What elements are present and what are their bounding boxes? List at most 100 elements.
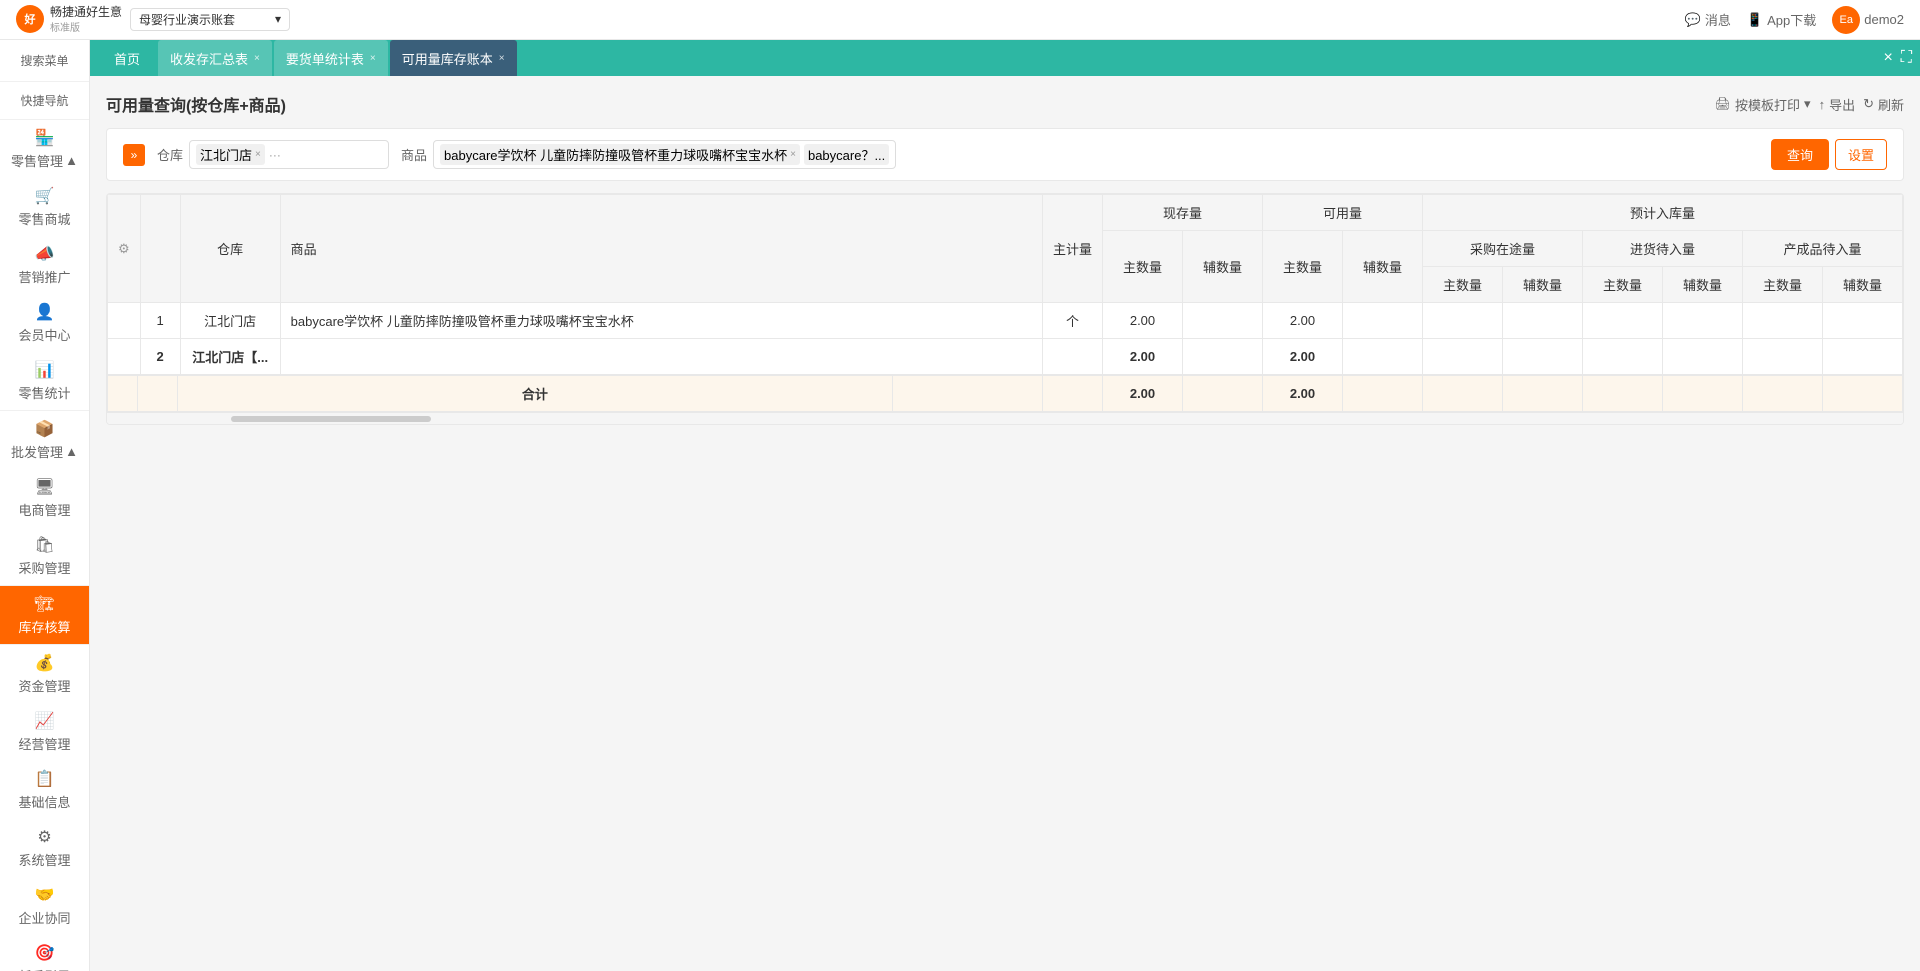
sidebar-item-basic-info[interactable]: 📋 基础信息 bbox=[0, 761, 89, 819]
filter-warehouse-tag-close[interactable]: × bbox=[255, 149, 261, 160]
summary-row: 合计 2.00 2.00 bbox=[108, 376, 1903, 412]
td-prod-main-2 bbox=[1743, 339, 1823, 375]
td-no-2: 2 bbox=[140, 339, 180, 375]
scrollbar-thumb[interactable] bbox=[231, 416, 431, 422]
td-pur-main-1 bbox=[1423, 303, 1503, 339]
industry-selector[interactable]: 母婴行业演示账套 ▾ bbox=[130, 8, 290, 31]
sidebar-item-purchase-mgmt[interactable]: 🛍 采购管理 bbox=[0, 527, 89, 585]
td-avail-main-1: 2.00 bbox=[1263, 303, 1343, 339]
inventory-icon: 🏗 bbox=[34, 594, 54, 614]
basic-info-icon: 📋 bbox=[35, 769, 55, 789]
tab-maximize-btn[interactable]: ⛶ bbox=[1901, 49, 1912, 67]
sidebar-item-member-center[interactable]: 👤 会员中心 bbox=[0, 294, 89, 352]
td-pur-aux-1 bbox=[1503, 303, 1583, 339]
summary-current-main: 2.00 bbox=[1103, 376, 1183, 412]
tab-home[interactable]: 首页 bbox=[98, 40, 156, 76]
finance-icon: 💰 bbox=[35, 653, 55, 673]
sidebar-item-system-mgmt[interactable]: ⚙ 系统管理 bbox=[0, 819, 89, 877]
th-purchase-in-transit: 采购在途量 bbox=[1423, 231, 1583, 267]
export-icon: ↑ bbox=[1819, 97, 1826, 112]
tab-purchase-stats[interactable]: 要货单统计表 × bbox=[274, 40, 388, 76]
new-guide-icon: 🎯 bbox=[35, 943, 55, 963]
td-warehouse-1: 江北门店 bbox=[180, 303, 280, 339]
user-menu[interactable]: Ea demo2 bbox=[1832, 6, 1904, 34]
td-prod-aux-2 bbox=[1823, 339, 1903, 375]
search-menu-btn[interactable]: 搜索菜单 bbox=[8, 48, 81, 73]
app-download-btn[interactable]: 📱 App下载 bbox=[1747, 10, 1816, 29]
td-inb-aux-1 bbox=[1663, 303, 1743, 339]
sidebar-item-inventory[interactable]: 🏗 库存核算 bbox=[0, 586, 89, 644]
refresh-btn[interactable]: ↻ 刷新 bbox=[1863, 95, 1904, 114]
retail-mgmt-arrow: ▲ bbox=[65, 153, 78, 168]
filter-product-input[interactable]: babycare学饮杯 儿童防摔防撞吸管杯重力球吸嘴杯宝宝水杯 × babyca… bbox=[433, 140, 896, 169]
td-current-main-2: 2.00 bbox=[1103, 339, 1183, 375]
summary-label: 合计 bbox=[178, 376, 893, 412]
tab-available-inventory[interactable]: 可用量库存账本 × bbox=[390, 40, 517, 76]
filter-product-tag-1: babycare学饮杯 儿童防摔防撞吸管杯重力球吸嘴杯宝宝水杯 × bbox=[440, 144, 800, 165]
sidebar-item-finance[interactable]: 💰 资金管理 bbox=[0, 645, 89, 703]
query-btn[interactable]: 查询 bbox=[1771, 139, 1829, 170]
operations-icon: 📈 bbox=[35, 711, 55, 731]
sidebar-item-retail-mall[interactable]: 🛒 零售商城 bbox=[0, 178, 89, 236]
sidebar-item-ecommerce[interactable]: 🖥 电商管理 bbox=[0, 469, 89, 527]
td-inb-main-1 bbox=[1583, 303, 1663, 339]
page-header-actions: 🖨 按模板打印 ▾ ↑ 导出 ↻ 刷新 bbox=[1715, 95, 1905, 114]
sidebar-item-marketing[interactable]: 📣 营销推广 bbox=[0, 236, 89, 294]
settings-btn[interactable]: 设置 bbox=[1835, 139, 1887, 170]
td-inb-main-2 bbox=[1583, 339, 1663, 375]
refresh-label: 刷新 bbox=[1878, 95, 1904, 114]
filter-product-tag-1-close[interactable]: × bbox=[790, 149, 796, 160]
sidebar-item-wholesale-mgmt[interactable]: 📦 批发管理 ▲ bbox=[0, 411, 89, 469]
member-center-label: 会员中心 bbox=[18, 325, 70, 344]
tab-close-all-btn[interactable]: × bbox=[1883, 49, 1892, 67]
basic-info-label: 基础信息 bbox=[18, 792, 70, 811]
filter-warehouse-input[interactable]: 江北门店 × ··· bbox=[189, 140, 389, 169]
horizontal-scrollbar[interactable] bbox=[107, 412, 1903, 424]
refresh-icon: ↻ bbox=[1863, 96, 1874, 112]
filter-expand-btn[interactable]: » bbox=[123, 144, 145, 166]
page-title: 可用量查询(按仓库+商品) bbox=[106, 92, 286, 116]
tab-receivable[interactable]: 收发存汇总表 × bbox=[158, 40, 272, 76]
top-bar-right: 💬 消息 📱 App下载 Ea demo2 bbox=[1685, 6, 1904, 34]
print-btn[interactable]: 🖨 按模板打印 ▾ bbox=[1715, 95, 1811, 114]
print-icon: 🖨 bbox=[1715, 96, 1732, 112]
export-btn[interactable]: ↑ 导出 bbox=[1819, 95, 1856, 114]
tab-receivable-label: 收发存汇总表 bbox=[170, 49, 248, 68]
enterprise-label: 企业协同 bbox=[18, 908, 70, 927]
new-guide-label: 新手引导 bbox=[18, 966, 70, 971]
th-production-aux: 辅数量 bbox=[1823, 267, 1903, 303]
tab-receivable-close[interactable]: × bbox=[254, 53, 260, 64]
gear-icon[interactable]: ⚙ bbox=[118, 241, 130, 256]
app-icon: 📱 bbox=[1747, 12, 1763, 28]
top-bar: 好 畅捷通好生意 标准版 母婴行业演示账套 ▾ 💬 消息 📱 App下载 Ea … bbox=[0, 0, 1920, 40]
td-unit-2 bbox=[1042, 339, 1102, 375]
td-warehouse-2: 江北门店【... bbox=[180, 339, 280, 375]
message-btn[interactable]: 💬 消息 bbox=[1685, 10, 1731, 29]
table-row: 2 江北门店【... 2.00 2.00 bbox=[108, 339, 1903, 375]
sidebar-item-new-guide[interactable]: 🎯 新手引导 bbox=[0, 935, 89, 971]
quick-nav-btn[interactable]: 快捷导航 bbox=[4, 86, 85, 115]
finance-label: 资金管理 bbox=[18, 676, 70, 695]
td-avail-aux-1 bbox=[1343, 303, 1423, 339]
export-label: 导出 bbox=[1829, 95, 1855, 114]
tab-purchase-stats-close[interactable]: × bbox=[370, 53, 376, 64]
wholesale-mgmt-label: 批发管理 bbox=[11, 442, 63, 461]
th-current-stock: 现存量 bbox=[1103, 195, 1263, 231]
sidebar-section-inventory: 🏗 库存核算 bbox=[0, 586, 89, 645]
tab-available-inventory-close[interactable]: × bbox=[499, 53, 505, 64]
industry-dropdown-icon: ▾ bbox=[275, 12, 281, 26]
sidebar-item-retail-stats[interactable]: 📊 零售统计 bbox=[0, 352, 89, 410]
sidebar-section-finance: 💰 资金管理 📈 经营管理 📋 基础信息 ⚙ 系统管理 🤝 企业协同 🎯 bbox=[0, 645, 89, 971]
retail-stats-icon: 📊 bbox=[35, 360, 55, 380]
filter-warehouse-group: 仓库 江北门店 × ··· bbox=[157, 140, 389, 169]
td-current-main-1: 2.00 bbox=[1103, 303, 1183, 339]
td-settings-1 bbox=[108, 303, 141, 339]
filter-product-tag-2-value: babycare？... bbox=[808, 145, 885, 164]
sidebar-item-retail-mgmt[interactable]: 🏪 零售管理 ▲ bbox=[0, 120, 89, 178]
filter-product-group: 商品 babycare学饮杯 儿童防摔防撞吸管杯重力球吸嘴杯宝宝水杯 × bab… bbox=[401, 140, 896, 169]
top-bar-left: 好 畅捷通好生意 标准版 母婴行业演示账套 ▾ bbox=[16, 5, 290, 34]
sidebar-item-operations[interactable]: 📈 经营管理 bbox=[0, 703, 89, 761]
message-label: 消息 bbox=[1705, 10, 1731, 29]
message-icon: 💬 bbox=[1685, 12, 1701, 28]
sidebar-item-enterprise[interactable]: 🤝 企业协同 bbox=[0, 877, 89, 935]
